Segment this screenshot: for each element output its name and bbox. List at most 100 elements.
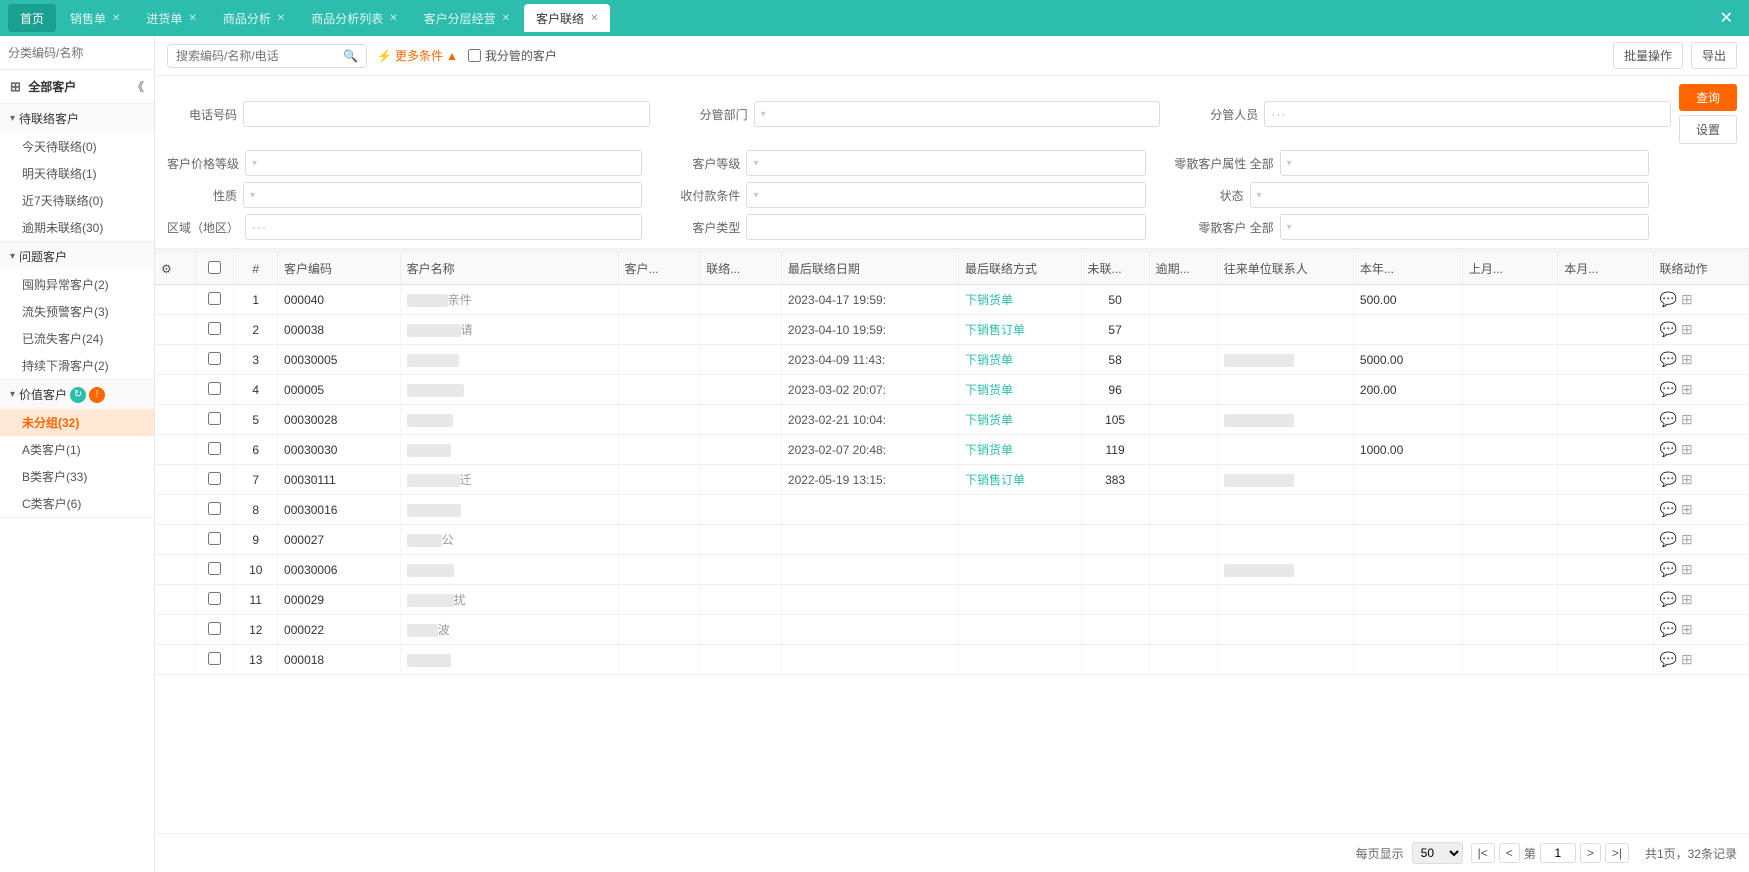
adv-input-dept[interactable] — [754, 101, 1161, 127]
more-action-icon[interactable]: ⊞ — [1681, 561, 1693, 578]
my-customers-checkbox[interactable] — [468, 49, 481, 62]
contact-action-icon[interactable]: 💬 — [1660, 351, 1677, 368]
row-checkbox[interactable] — [208, 292, 221, 305]
row-checkbox[interactable] — [208, 472, 221, 485]
cell-check[interactable] — [196, 645, 234, 675]
more-action-icon[interactable]: ⊞ — [1681, 381, 1693, 398]
sales-tab-close[interactable]: ✕ — [112, 13, 120, 24]
col-header-way[interactable]: 最后联络方式 — [958, 253, 1081, 285]
prev-page-btn[interactable]: < — [1499, 843, 1520, 863]
row-checkbox[interactable] — [208, 352, 221, 365]
tab-customer-contact[interactable]: 客户联络 ✕ — [524, 4, 610, 32]
query-button[interactable]: 查询 — [1679, 84, 1737, 111]
sidebar-group-value-header[interactable]: 价值客户 ↻ ! — [0, 380, 154, 409]
more-action-icon[interactable]: ⊞ — [1681, 531, 1693, 548]
cell-check[interactable] — [196, 375, 234, 405]
cell-check[interactable] — [196, 285, 234, 315]
tab-goods-analysis-list[interactable]: 商品分析列表 ✕ — [299, 4, 409, 32]
col-header-check[interactable] — [196, 253, 234, 285]
cell-check[interactable] — [196, 465, 234, 495]
adv-input-manager[interactable]: ··· — [1264, 101, 1671, 127]
sidebar-item-b-class[interactable]: B类客户(33) — [0, 463, 154, 490]
tab-sales[interactable]: 销售单 ✕ — [58, 4, 132, 32]
col-header-date[interactable]: 最后联络日期 — [781, 253, 958, 285]
more-action-icon[interactable]: ⊞ — [1681, 291, 1693, 308]
sidebar-item-churn-warning[interactable]: 流失预警客户(3) — [0, 298, 154, 325]
sidebar-item-churned[interactable]: 已流失客户(24) — [0, 325, 154, 352]
row-checkbox[interactable] — [208, 622, 221, 635]
adv-input-payment[interactable] — [746, 182, 1145, 208]
filter-more-conditions[interactable]: ⚡ 更多条件 ▲ — [377, 47, 458, 64]
reset-button[interactable]: 设置 — [1679, 115, 1737, 144]
more-action-icon[interactable]: ⊞ — [1681, 351, 1693, 368]
adv-input-phone[interactable] — [243, 101, 650, 127]
sidebar-item-abnormal[interactable]: 囤购异常客户(2) — [0, 271, 154, 298]
more-action-icon[interactable]: ⊞ — [1681, 591, 1693, 608]
next-page-btn[interactable]: > — [1580, 843, 1601, 863]
row-checkbox[interactable] — [208, 322, 221, 335]
sidebar-group-pending-header[interactable]: 待联络客户 — [0, 104, 154, 133]
col-header-code[interactable]: 客户编码 — [278, 253, 401, 285]
more-action-icon[interactable]: ⊞ — [1681, 321, 1693, 338]
row-checkbox[interactable] — [208, 592, 221, 605]
cell-check[interactable] — [196, 555, 234, 585]
contact-way-link[interactable]: 下销货单 — [965, 353, 1013, 367]
contact-action-icon[interactable]: 💬 — [1660, 411, 1677, 428]
sidebar-item-ungrouped[interactable]: 未分组(32) — [0, 409, 154, 436]
sidebar-search-input[interactable] — [8, 46, 155, 60]
more-action-icon[interactable]: ⊞ — [1681, 501, 1693, 518]
more-action-icon[interactable]: ⊞ — [1681, 621, 1693, 638]
adv-input-cust-type[interactable] — [746, 214, 1145, 240]
sidebar-item-today-pending[interactable]: 今天待联络(0) — [0, 133, 154, 160]
cell-check[interactable] — [196, 315, 234, 345]
adv-input-region[interactable]: ··· — [245, 214, 642, 240]
window-close-btn[interactable]: ✕ — [1712, 8, 1741, 28]
adv-input-scatter[interactable] — [1280, 214, 1649, 240]
batch-op-button[interactable]: 批量操作 — [1613, 42, 1683, 69]
export-button[interactable]: 导出 — [1691, 42, 1737, 69]
adv-input-cust-tier[interactable] — [746, 150, 1145, 176]
contact-action-icon[interactable]: 💬 — [1660, 651, 1677, 668]
adv-input-scatter-attr[interactable] — [1280, 150, 1649, 176]
sidebar-item-7days-pending[interactable]: 近7天待联络(0) — [0, 187, 154, 214]
contact-action-icon[interactable]: 💬 — [1660, 621, 1677, 638]
page-input[interactable] — [1540, 843, 1576, 863]
contact-action-icon[interactable]: 💬 — [1660, 531, 1677, 548]
goods-analysis-tab-close[interactable]: ✕ — [277, 13, 285, 24]
cell-check[interactable] — [196, 495, 234, 525]
col-header-settings[interactable]: ⚙ — [155, 253, 196, 285]
contact-action-icon[interactable]: 💬 — [1660, 591, 1677, 608]
row-checkbox[interactable] — [208, 532, 221, 545]
purchase-tab-close[interactable]: ✕ — [188, 13, 196, 24]
sidebar-group-problem-header[interactable]: 问题客户 — [0, 242, 154, 271]
contact-way-link[interactable]: 下销货单 — [965, 383, 1013, 397]
contact-way-link[interactable]: 下销货单 — [965, 413, 1013, 427]
contact-action-icon[interactable]: 💬 — [1660, 561, 1677, 578]
more-action-icon[interactable]: ⊞ — [1681, 651, 1693, 668]
row-checkbox[interactable] — [208, 502, 221, 515]
cell-check[interactable] — [196, 585, 234, 615]
goods-analysis-list-tab-close[interactable]: ✕ — [389, 13, 397, 24]
cell-check[interactable] — [196, 615, 234, 645]
contact-way-link[interactable]: 下销售订单 — [965, 473, 1025, 487]
tab-home[interactable]: 首页 — [8, 4, 56, 32]
customer-tier-tab-close[interactable]: ✕ — [502, 13, 510, 24]
per-page-select[interactable]: 50 100 200 — [1412, 842, 1463, 864]
contact-action-icon[interactable]: 💬 — [1660, 381, 1677, 398]
cell-check[interactable] — [196, 435, 234, 465]
sidebar-item-c-class[interactable]: C类客户(6) — [0, 490, 154, 517]
contact-action-icon[interactable]: 💬 — [1660, 321, 1677, 338]
sidebar-item-a-class[interactable]: A类客户(1) — [0, 436, 154, 463]
cell-check[interactable] — [196, 525, 234, 555]
contact-way-link[interactable]: 下销货单 — [965, 293, 1013, 307]
adv-input-status[interactable] — [1250, 182, 1649, 208]
row-checkbox[interactable] — [208, 412, 221, 425]
sidebar-all-customers[interactable]: ⊞ 全部客户 《 — [0, 70, 154, 104]
tab-customer-tier[interactable]: 客户分层经营 ✕ — [412, 4, 522, 32]
select-all-checkbox[interactable] — [208, 261, 221, 274]
more-action-icon[interactable]: ⊞ — [1681, 411, 1693, 428]
more-action-icon[interactable]: ⊞ — [1681, 441, 1693, 458]
sidebar-item-declining[interactable]: 持续下滑客户(2) — [0, 352, 154, 379]
filter-search-input[interactable] — [176, 49, 339, 63]
contact-action-icon[interactable]: 💬 — [1660, 471, 1677, 488]
